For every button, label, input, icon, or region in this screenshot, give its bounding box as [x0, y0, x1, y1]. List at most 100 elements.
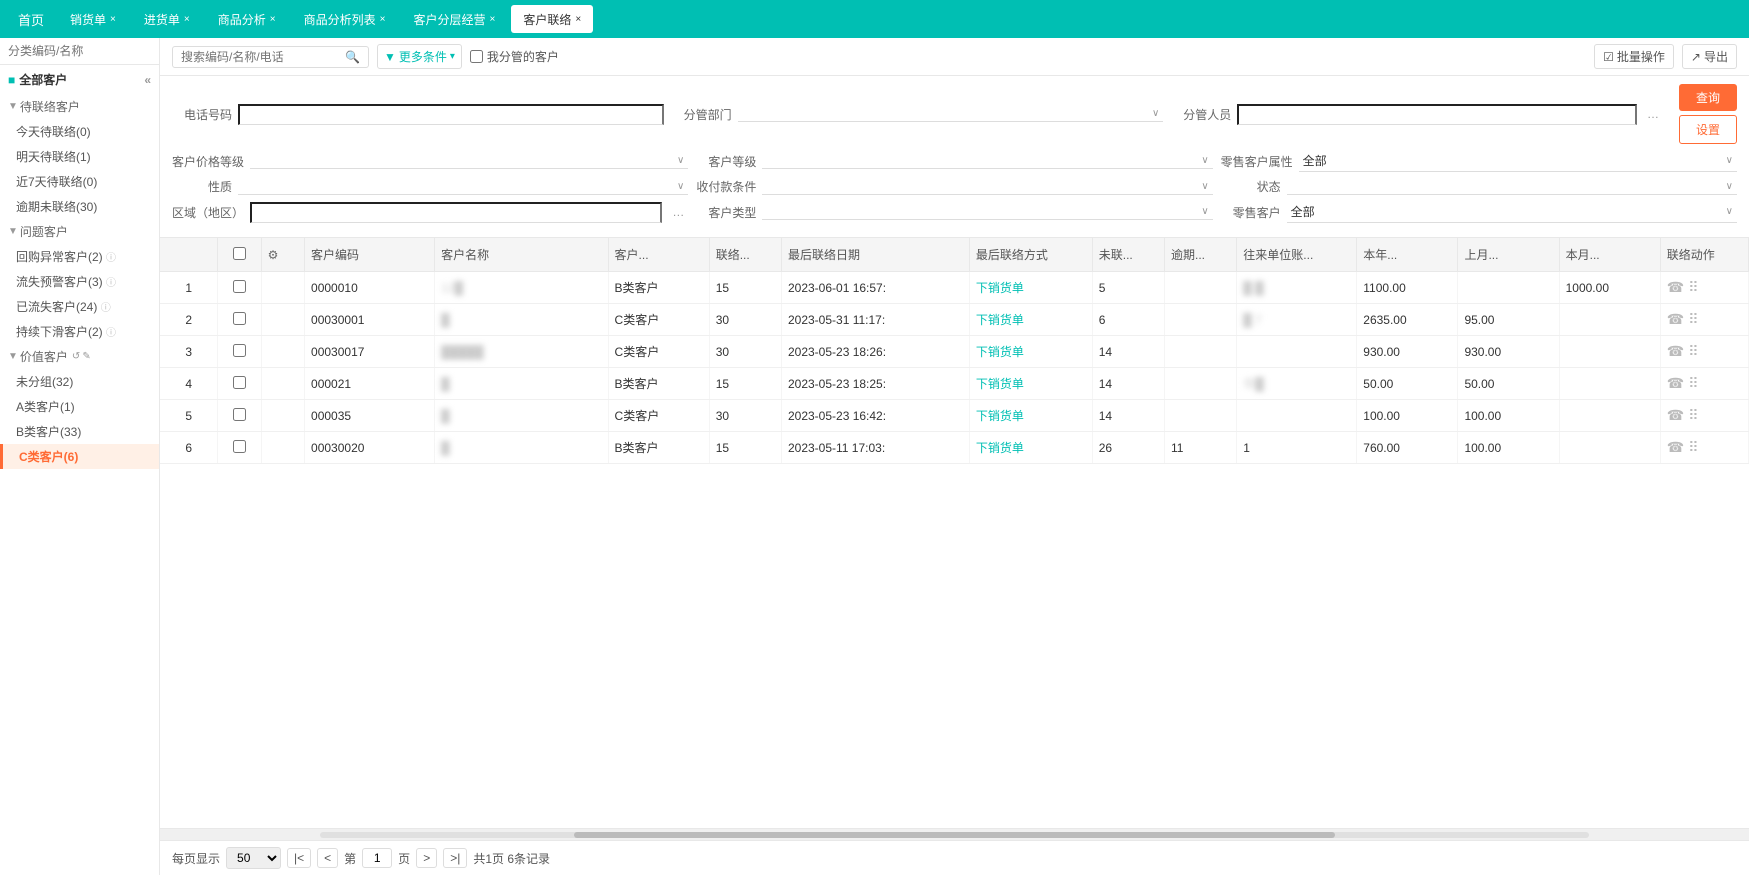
contact-icon[interactable]: ☎ — [1667, 279, 1684, 296]
query-button[interactable]: 查询 — [1679, 84, 1737, 111]
row-last-method[interactable]: 下销货单 — [969, 336, 1092, 368]
row-checkbox[interactable] — [233, 376, 246, 389]
sidebar-item-today[interactable]: 今天待联络(0) — [0, 119, 159, 144]
payment-select[interactable]: ∨ — [762, 179, 1212, 195]
close-icon[interactable]: × — [489, 14, 495, 25]
region-input[interactable] — [250, 202, 662, 223]
page-number-input[interactable] — [362, 848, 392, 868]
prev-page-btn[interactable]: < — [317, 848, 338, 868]
sidebar-item-overdue[interactable]: 逾期未联络(30) — [0, 194, 159, 219]
status-select[interactable]: ∨ — [1287, 179, 1737, 195]
more-actions-icon[interactable]: ⠿ — [1688, 407, 1698, 424]
nav-tab-purchase[interactable]: 进货单 × — [132, 5, 202, 33]
per-page-select[interactable]: 50 20 100 — [226, 847, 281, 869]
more-actions-icon[interactable]: ⠿ — [1688, 375, 1698, 392]
phone-input[interactable] — [238, 104, 664, 125]
row-checkbox-cell[interactable] — [218, 368, 261, 400]
close-icon[interactable]: × — [184, 14, 190, 25]
retail-attr-select[interactable]: 全部 ∨ — [1299, 150, 1737, 172]
row-checkbox-cell[interactable] — [218, 400, 261, 432]
customer-level-select[interactable]: ∨ — [762, 153, 1212, 169]
sidebar-all-customers[interactable]: ■ 全部客户 « — [0, 65, 159, 94]
row-last-method[interactable]: 下销货单 — [969, 400, 1092, 432]
price-level-select[interactable]: ∨ — [250, 153, 688, 169]
sidebar-group-problem[interactable]: ▼ 问题客户 — [0, 219, 159, 244]
customer-type-select[interactable]: ∨ — [762, 204, 1212, 220]
method-link[interactable]: 下销货单 — [976, 281, 1024, 295]
row-last-method[interactable]: 下销货单 — [969, 272, 1092, 304]
select-all-checkbox[interactable] — [233, 247, 246, 260]
more-actions-icon[interactable]: ⠿ — [1688, 439, 1698, 456]
col-header-check[interactable] — [218, 238, 261, 272]
dept-select[interactable]: ∨ — [738, 106, 1164, 122]
refresh-icon[interactable]: ↺ — [72, 351, 80, 362]
row-checkbox[interactable] — [233, 440, 246, 453]
close-icon[interactable]: × — [270, 14, 276, 25]
gender-select[interactable]: ∨ — [238, 179, 688, 195]
method-link[interactable]: 下销货单 — [976, 441, 1024, 455]
contact-icon[interactable]: ☎ — [1667, 311, 1684, 328]
sidebar-item-7days[interactable]: 近7天待联络(0) — [0, 169, 159, 194]
nav-tab-customer-contact[interactable]: 客户联络 × — [511, 5, 593, 33]
row-checkbox[interactable] — [233, 408, 246, 421]
next-page-btn[interactable]: > — [416, 848, 437, 868]
sidebar-item-lost[interactable]: 已流失客户(24) ⓘ — [0, 294, 159, 319]
method-link[interactable]: 下销货单 — [976, 409, 1024, 423]
retail-customer-select[interactable]: 全部 ∨ — [1287, 201, 1737, 223]
sidebar-group-value[interactable]: ▼ 价值客户 ↺ ✎ — [0, 344, 159, 369]
method-link[interactable]: 下销货单 — [976, 377, 1024, 391]
export-btn[interactable]: ↗ 导出 — [1682, 44, 1737, 69]
row-last-method[interactable]: 下销货单 — [969, 432, 1092, 464]
nav-tab-customer-tier[interactable]: 客户分层经营 × — [401, 5, 507, 33]
manager-dots[interactable]: … — [1643, 107, 1663, 121]
region-dots[interactable]: … — [668, 205, 688, 219]
col-header-settings[interactable]: ⚙ — [261, 238, 304, 272]
nav-tab-analysis[interactable]: 商品分析 × — [206, 5, 288, 33]
row-checkbox[interactable] — [233, 312, 246, 325]
contact-icon[interactable]: ☎ — [1667, 407, 1684, 424]
row-checkbox[interactable] — [233, 280, 246, 293]
manager-input[interactable] — [1237, 104, 1637, 125]
main-search-input[interactable] — [181, 50, 341, 64]
sidebar-item-class-c[interactable]: C类客户(6) — [0, 444, 159, 469]
contact-icon[interactable]: ☎ — [1667, 439, 1684, 456]
row-last-method[interactable]: 下销货单 — [969, 304, 1092, 336]
row-checkbox-cell[interactable] — [218, 272, 261, 304]
search-icon[interactable]: 🔍 — [345, 50, 360, 64]
horizontal-scrollbar[interactable] — [160, 828, 1749, 840]
my-customers-checkbox[interactable] — [470, 50, 483, 63]
sidebar-item-declining[interactable]: 持续下滑客户(2) ⓘ — [0, 319, 159, 344]
row-checkbox-cell[interactable] — [218, 304, 261, 336]
row-checkbox-cell[interactable] — [218, 432, 261, 464]
first-page-btn[interactable]: |< — [287, 848, 311, 868]
sidebar-item-abnormal[interactable]: 回购异常客户(2) ⓘ — [0, 244, 159, 269]
sidebar-search-input[interactable] — [8, 44, 160, 58]
nav-home[interactable]: 首页 — [8, 10, 54, 29]
sidebar-item-class-a[interactable]: A类客户(1) — [0, 394, 159, 419]
row-checkbox-cell[interactable] — [218, 336, 261, 368]
close-icon[interactable]: × — [380, 14, 386, 25]
nav-tab-analysis-list[interactable]: 商品分析列表 × — [292, 5, 398, 33]
more-actions-icon[interactable]: ⠿ — [1688, 343, 1698, 360]
sidebar-item-ungrouped[interactable]: 未分组(32) — [0, 369, 159, 394]
sidebar-group-pending[interactable]: ▼ 待联络客户 — [0, 94, 159, 119]
contact-icon[interactable]: ☎ — [1667, 375, 1684, 392]
close-icon[interactable]: × — [575, 14, 581, 25]
close-icon[interactable]: × — [110, 14, 116, 25]
sidebar-item-class-b[interactable]: B类客户(33) — [0, 419, 159, 444]
contact-icon[interactable]: ☎ — [1667, 343, 1684, 360]
sidebar-item-tomorrow[interactable]: 明天待联络(1) — [0, 144, 159, 169]
more-actions-icon[interactable]: ⠿ — [1688, 311, 1698, 328]
more-conditions-btn[interactable]: ▼ 更多条件 ▾ — [377, 44, 462, 69]
method-link[interactable]: 下销货单 — [976, 313, 1024, 327]
gear-icon[interactable]: ⚙ — [268, 248, 279, 262]
last-page-btn[interactable]: >| — [443, 848, 467, 868]
nav-tab-sales[interactable]: 销货单 × — [58, 5, 128, 33]
row-last-method[interactable]: 下销货单 — [969, 368, 1092, 400]
bulk-ops-btn[interactable]: ☑ 批量操作 — [1594, 44, 1674, 69]
more-actions-icon[interactable]: ⠿ — [1688, 279, 1698, 296]
method-link[interactable]: 下销货单 — [976, 345, 1024, 359]
sidebar-item-warning[interactable]: 流失预警客户(3) ⓘ — [0, 269, 159, 294]
row-checkbox[interactable] — [233, 344, 246, 357]
scrollbar-thumb[interactable] — [574, 832, 1335, 838]
